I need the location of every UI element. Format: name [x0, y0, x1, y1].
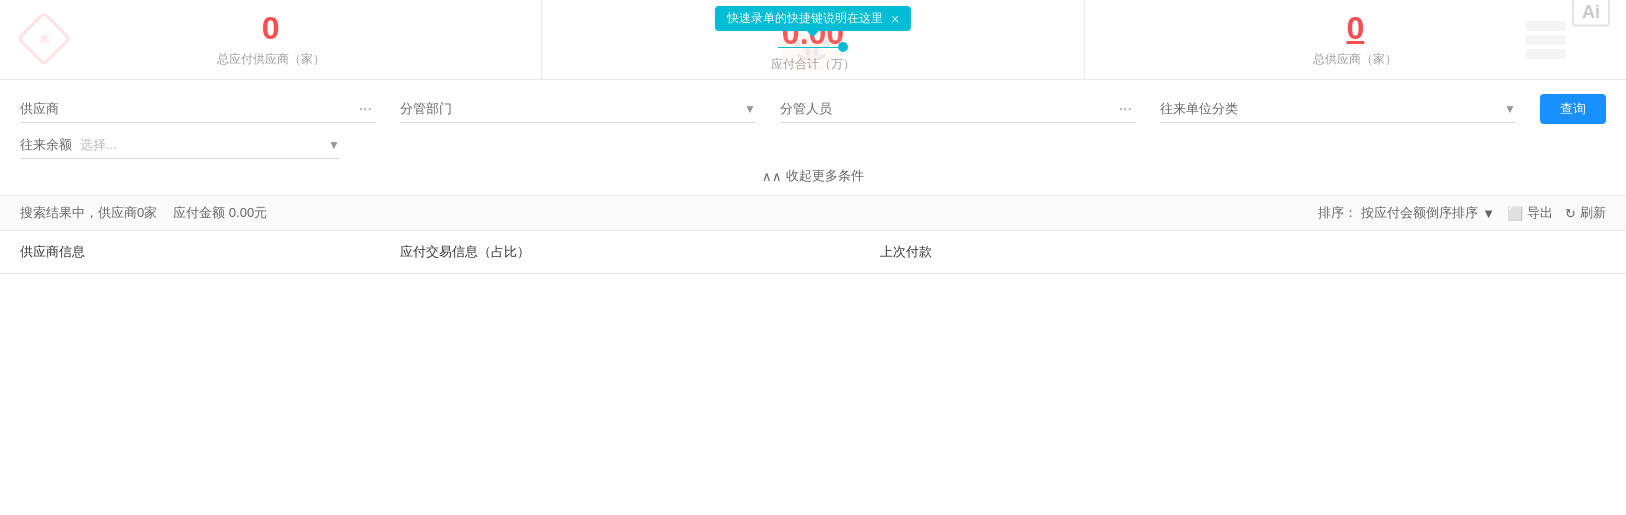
table-body [0, 274, 1626, 515]
filter-supplier: 供应商 ··· [20, 96, 376, 123]
filter-department: 分管部门 ▼ [400, 96, 756, 123]
ai-badge-label: Ai [1572, 0, 1610, 27]
filter-balance: 往来余额 选择... ▼ [20, 132, 340, 159]
query-button[interactable]: 查询 [1540, 94, 1606, 124]
col-header-supplier-info: 供应商信息 [20, 243, 400, 261]
export-icon: ⬜ [1507, 206, 1523, 221]
results-summary: 搜索结果中，供应商0家 应付金额 0.00元 [20, 204, 267, 222]
filter-department-input[interactable] [460, 101, 744, 116]
filter-person-dots[interactable]: ··· [1115, 100, 1136, 118]
diamond-icon: 米 [18, 12, 70, 67]
stat-number-total-suppliers: 0 [1346, 11, 1364, 46]
filter-department-label: 分管部门 [400, 100, 452, 118]
filter-person-label: 分管人员 [780, 100, 832, 118]
filter-balance-arrow[interactable]: ▼ [328, 138, 340, 152]
filter-supplier-input[interactable] [67, 101, 355, 116]
stat-number-payable-suppliers: 0 [262, 11, 280, 46]
results-actions: 排序： 按应付会额倒序排序 ▼ ⬜ 导出 ↻ 刷新 [1318, 204, 1606, 222]
filter-unit-category-arrow[interactable]: ▼ [1504, 102, 1516, 116]
tooltip-bar: 快速录单的快捷键说明在这里 × [715, 6, 911, 31]
sort-value: 按应付会额倒序排序 [1361, 204, 1478, 222]
stat-total-suppliers: 0 总供应商（家） Ai [1085, 0, 1626, 79]
svg-text:米: 米 [38, 32, 51, 44]
table-header: 供应商信息 应付交易信息（占比） 上次付款 [0, 231, 1626, 274]
tooltip-close-button[interactable]: × [891, 11, 899, 27]
stat-payable-total: 🐷 快速录单的快捷键说明在这里 × 0.00 应付合计（万） [542, 0, 1084, 79]
filter-person-input[interactable] [840, 101, 1115, 116]
tooltip-text: 快速录单的快捷键说明在这里 [727, 10, 883, 27]
top-stats-bar: 米 0 总应付供应商（家） 🐷 快速录单的快捷键说明在这里 × 0.00 应付合… [0, 0, 1626, 80]
filter-balance-label: 往来余额 [20, 136, 72, 154]
filter-supplier-label: 供应商 [20, 100, 59, 118]
refresh-label: 刷新 [1580, 204, 1606, 222]
filter-supplier-dots[interactable]: ··· [355, 100, 376, 118]
results-bar: 搜索结果中，供应商0家 应付金额 0.00元 排序： 按应付会额倒序排序 ▼ ⬜… [0, 196, 1626, 231]
stat-label-payable-suppliers: 总应付供应商（家） [217, 51, 325, 68]
filter-unit-category: 往来单位分类 ▼ [1160, 96, 1516, 123]
collapse-up-icon: ∧∧ [762, 169, 782, 184]
export-label: 导出 [1527, 204, 1553, 222]
filter-unit-category-label: 往来单位分类 [1160, 100, 1238, 118]
col-header-last-payment: 上次付款 [880, 243, 1606, 261]
collapse-label: 收起更多条件 [786, 167, 864, 185]
ai-badge: Ai [1572, 0, 1610, 27]
results-count: 搜索结果中，供应商0家 [20, 204, 157, 222]
filter-area: 供应商 ··· 分管部门 ▼ 分管人员 ··· 往来单位分类 ▼ 查询 往来余额… [0, 80, 1626, 196]
collapse-button[interactable]: ∧∧ 收起更多条件 [762, 167, 864, 185]
refresh-button[interactable]: ↻ 刷新 [1565, 204, 1606, 222]
refresh-icon: ↻ [1565, 206, 1576, 221]
filter-person: 分管人员 ··· [780, 96, 1136, 123]
results-amount: 应付金额 0.00元 [173, 204, 267, 222]
sort-arrow-icon: ▼ [1482, 206, 1495, 221]
filter-department-arrow[interactable]: ▼ [744, 102, 756, 116]
filter-unit-category-input[interactable] [1246, 101, 1504, 116]
filter-balance-placeholder: 选择... [80, 136, 117, 154]
filter-row-2: 往来余额 选择... ▼ [20, 132, 1606, 159]
col-header-transaction-info: 应付交易信息（占比） [400, 243, 880, 261]
export-button[interactable]: ⬜ 导出 [1507, 204, 1553, 222]
stat-total-payable-suppliers: 米 0 总应付供应商（家） [0, 0, 542, 79]
stat-label-total-suppliers: 总供应商（家） [1313, 51, 1397, 68]
sort-select[interactable]: 排序： 按应付会额倒序排序 ▼ [1318, 204, 1495, 222]
filter-row-1: 供应商 ··· 分管部门 ▼ 分管人员 ··· 往来单位分类 ▼ 查询 [20, 94, 1606, 124]
sort-label: 排序： [1318, 204, 1357, 222]
